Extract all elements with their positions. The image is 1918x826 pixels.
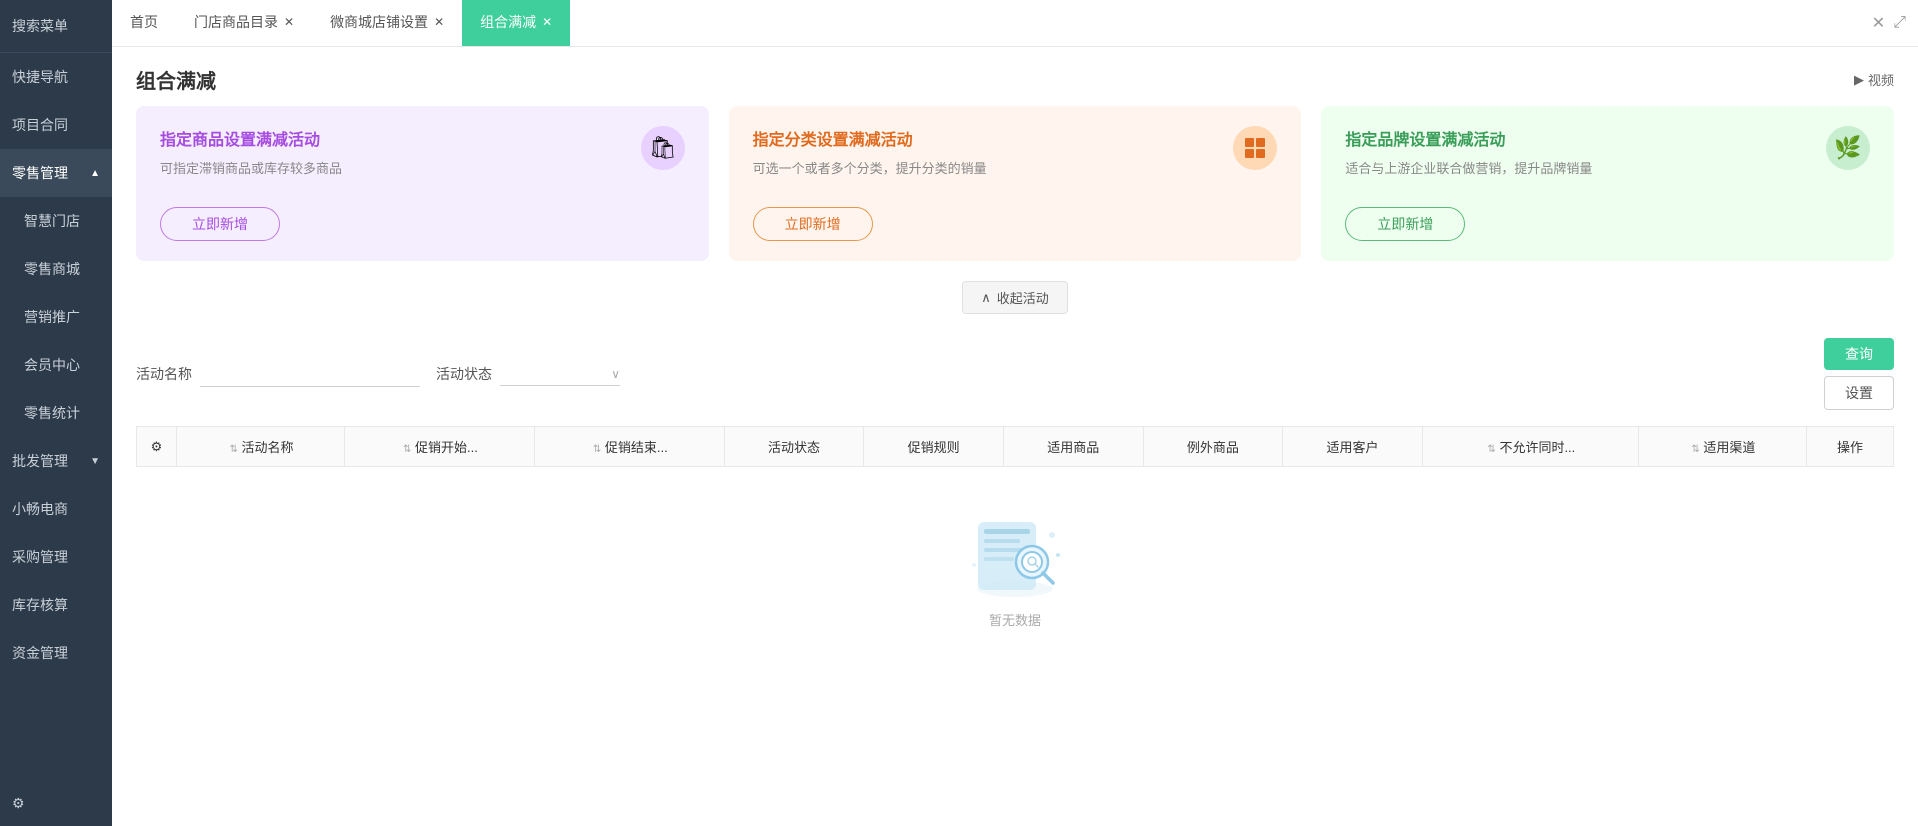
sidebar-item-inventory-calc[interactable]: 库存核算 — [0, 581, 112, 629]
category-card-title: 指定分类设置满减活动 — [753, 126, 1278, 150]
table-applicable-customer-col: 适用客户 — [1283, 427, 1423, 467]
table-promo-start-col[interactable]: ⇅ 促销开始... — [344, 427, 534, 467]
topbar: 首页 门店商品目录 ✕ 微商城店铺设置 ✕ 组合满减 ✕ ✕ ⤢ — [112, 0, 1918, 47]
close-window-btn[interactable]: ✕ — [1872, 13, 1885, 33]
category-card-add-btn[interactable]: 立即新增 — [753, 207, 873, 241]
sidebar-search[interactable]: 搜索菜单 — [0, 0, 112, 53]
page-title: 组合满减 — [136, 65, 216, 94]
tab-wechat-store-close[interactable]: ✕ — [434, 15, 444, 29]
table-action-col: 操作 — [1806, 427, 1893, 467]
category-discount-card: 指定分类设置满减活动 可选一个或者多个分类，提升分类的销量 立即新增 — [729, 106, 1302, 261]
empty-text: 暂无数据 — [136, 610, 1894, 629]
sort-icon-left: ⇅ — [1691, 444, 1699, 455]
sidebar-item-purchase-mgmt[interactable]: 采购管理 — [0, 533, 112, 581]
sidebar-item-marketing[interactable]: 营销推广 — [0, 293, 112, 341]
sidebar-item-project-contract[interactable]: 项目合同 — [0, 101, 112, 149]
tab-store-catalog-close[interactable]: ✕ — [284, 15, 294, 29]
table-header: ⚙ ⇅ 活动名称 ⇅ 促销开始... ⇅ 促销结束... — [137, 427, 1894, 467]
activity-name-label: 活动名称 — [136, 364, 192, 384]
brand-card-add-btn[interactable]: 立即新增 — [1345, 207, 1465, 241]
brand-card-title: 指定品牌设置满减活动 — [1345, 126, 1870, 150]
collapse-activity-btn[interactable]: ∧ 收起活动 — [962, 281, 1068, 314]
maximize-window-btn[interactable]: ⤢ — [1893, 14, 1906, 32]
empty-illustration — [136, 507, 1894, 602]
table-settings-col[interactable]: ⚙ — [137, 427, 177, 467]
sidebar-item-retail-mgmt[interactable]: 零售管理 ▲ — [0, 149, 112, 197]
brand-card-icon: 🌿 — [1826, 126, 1870, 170]
gear-icon: ⚙ — [151, 439, 163, 454]
activity-status-field: 活动状态 ∨ — [436, 363, 620, 386]
table-promo-end-col[interactable]: ⇅ 促销结束... — [534, 427, 724, 467]
sort-icon-left: ⇅ — [1487, 444, 1495, 455]
sidebar-item-quick-nav[interactable]: 快捷导航 — [0, 53, 112, 101]
tab-wechat-store[interactable]: 微商城店铺设置 ✕ — [312, 0, 462, 46]
table-section: ⚙ ⇅ 活动名称 ⇅ 促销开始... ⇅ 促销结束... — [112, 418, 1918, 649]
chevron-up-icon: ▲ — [90, 168, 100, 179]
tab-store-catalog[interactable]: 门店商品目录 ✕ — [176, 0, 312, 46]
sidebar-item-wholesale-mgmt[interactable]: 批发管理 ▼ — [0, 437, 112, 485]
activity-status-label: 活动状态 — [436, 364, 492, 384]
sidebar: 搜索菜单 快捷导航 项目合同 零售管理 ▲ 智慧门店 零售商城 营销推广 会员中… — [0, 0, 112, 826]
page-content: 组合满减 ▶ 视频 🛍 指定商品设置满减活动 可指定滞销商品或库存较多商品 立即… — [112, 47, 1918, 826]
chevron-up-icon: ∧ — [981, 290, 991, 306]
table-activity-status-col: 活动状态 — [724, 427, 864, 467]
empty-state: 暂无数据 — [136, 467, 1894, 649]
sidebar-item-retail-mall[interactable]: 零售商城 — [0, 245, 112, 293]
sort-icon-left: ⇅ — [593, 444, 601, 455]
query-button[interactable]: 查询 — [1824, 338, 1894, 370]
chevron-down-icon: ∨ — [611, 367, 620, 381]
main-content: 首页 门店商品目录 ✕ 微商城店铺设置 ✕ 组合满减 ✕ ✕ ⤢ 组合满减 ▶ … — [112, 0, 1918, 826]
video-link[interactable]: ▶ 视频 — [1854, 70, 1894, 89]
activity-table: ⚙ ⇅ 活动名称 ⇅ 促销开始... ⇅ 促销结束... — [136, 426, 1894, 467]
search-buttons: 查询 设置 — [1824, 338, 1894, 410]
sidebar-item-smart-store[interactable]: 智慧门店 — [0, 197, 112, 245]
brand-discount-card: 🌿 指定品牌设置满减活动 适合与上游企业联合做营销，提升品牌销量 立即新增 — [1321, 106, 1894, 261]
activity-name-input[interactable] — [200, 362, 420, 387]
tab-combo-discount[interactable]: 组合满减 ✕ — [462, 0, 570, 46]
sidebar-item-member-center[interactable]: 会员中心 — [0, 341, 112, 389]
table-applicable-goods-col: 适用商品 — [1003, 427, 1143, 467]
activity-status-select[interactable]: ∨ — [500, 363, 620, 386]
activity-name-field: 活动名称 — [136, 362, 420, 387]
sidebar-item-finance-mgmt[interactable]: 资金管理 — [0, 629, 112, 677]
sidebar-item-xiaochangec[interactable]: 小畅电商 — [0, 485, 112, 533]
product-discount-card: 🛍 指定商品设置满减活动 可指定滞销商品或库存较多商品 立即新增 — [136, 106, 709, 261]
tab-combo-discount-close[interactable]: ✕ — [542, 15, 552, 29]
settings-button[interactable]: 设置 — [1824, 376, 1894, 410]
sort-icon-left: ⇅ — [403, 444, 411, 455]
table-activity-name-col[interactable]: ⇅ 活动名称 — [177, 427, 345, 467]
topbar-right: ✕ ⤢ — [1872, 13, 1918, 33]
category-card-desc: 可选一个或者多个分类，提升分类的销量 — [753, 158, 1278, 191]
page-header: 组合满减 ▶ 视频 — [112, 47, 1918, 106]
sidebar-settings-btn[interactable]: ⚙ — [0, 781, 112, 826]
collapse-bar: ∧ 收起活动 — [136, 273, 1894, 322]
product-card-add-btn[interactable]: 立即新增 — [160, 207, 280, 241]
table-applicable-channel-col[interactable]: ⇅ 适用渠道 — [1638, 427, 1806, 467]
sort-icon-left: ⇅ — [229, 444, 237, 455]
table-no-simultaneous-col[interactable]: ⇅ 不允许同时... — [1422, 427, 1638, 467]
search-bar: 活动名称 活动状态 ∨ 查询 设置 — [112, 322, 1918, 418]
product-card-title: 指定商品设置满减活动 — [160, 126, 685, 150]
play-icon: ▶ — [1854, 72, 1864, 88]
table-exception-goods-col: 例外商品 — [1143, 427, 1283, 467]
cards-section: 🛍 指定商品设置满减活动 可指定滞销商品或库存较多商品 立即新增 指定分类设置满… — [112, 106, 1918, 273]
brand-card-desc: 适合与上游企业联合做营销，提升品牌销量 — [1345, 158, 1870, 191]
tab-home[interactable]: 首页 — [112, 0, 176, 46]
chevron-down-icon: ▼ — [90, 456, 100, 467]
sidebar-item-retail-stats[interactable]: 零售统计 — [0, 389, 112, 437]
gear-icon: ⚙ — [12, 795, 25, 811]
product-card-icon: 🛍 — [641, 126, 685, 170]
table-promo-rule-col: 促销规则 — [864, 427, 1004, 467]
product-card-desc: 可指定滞销商品或库存较多商品 — [160, 158, 685, 191]
